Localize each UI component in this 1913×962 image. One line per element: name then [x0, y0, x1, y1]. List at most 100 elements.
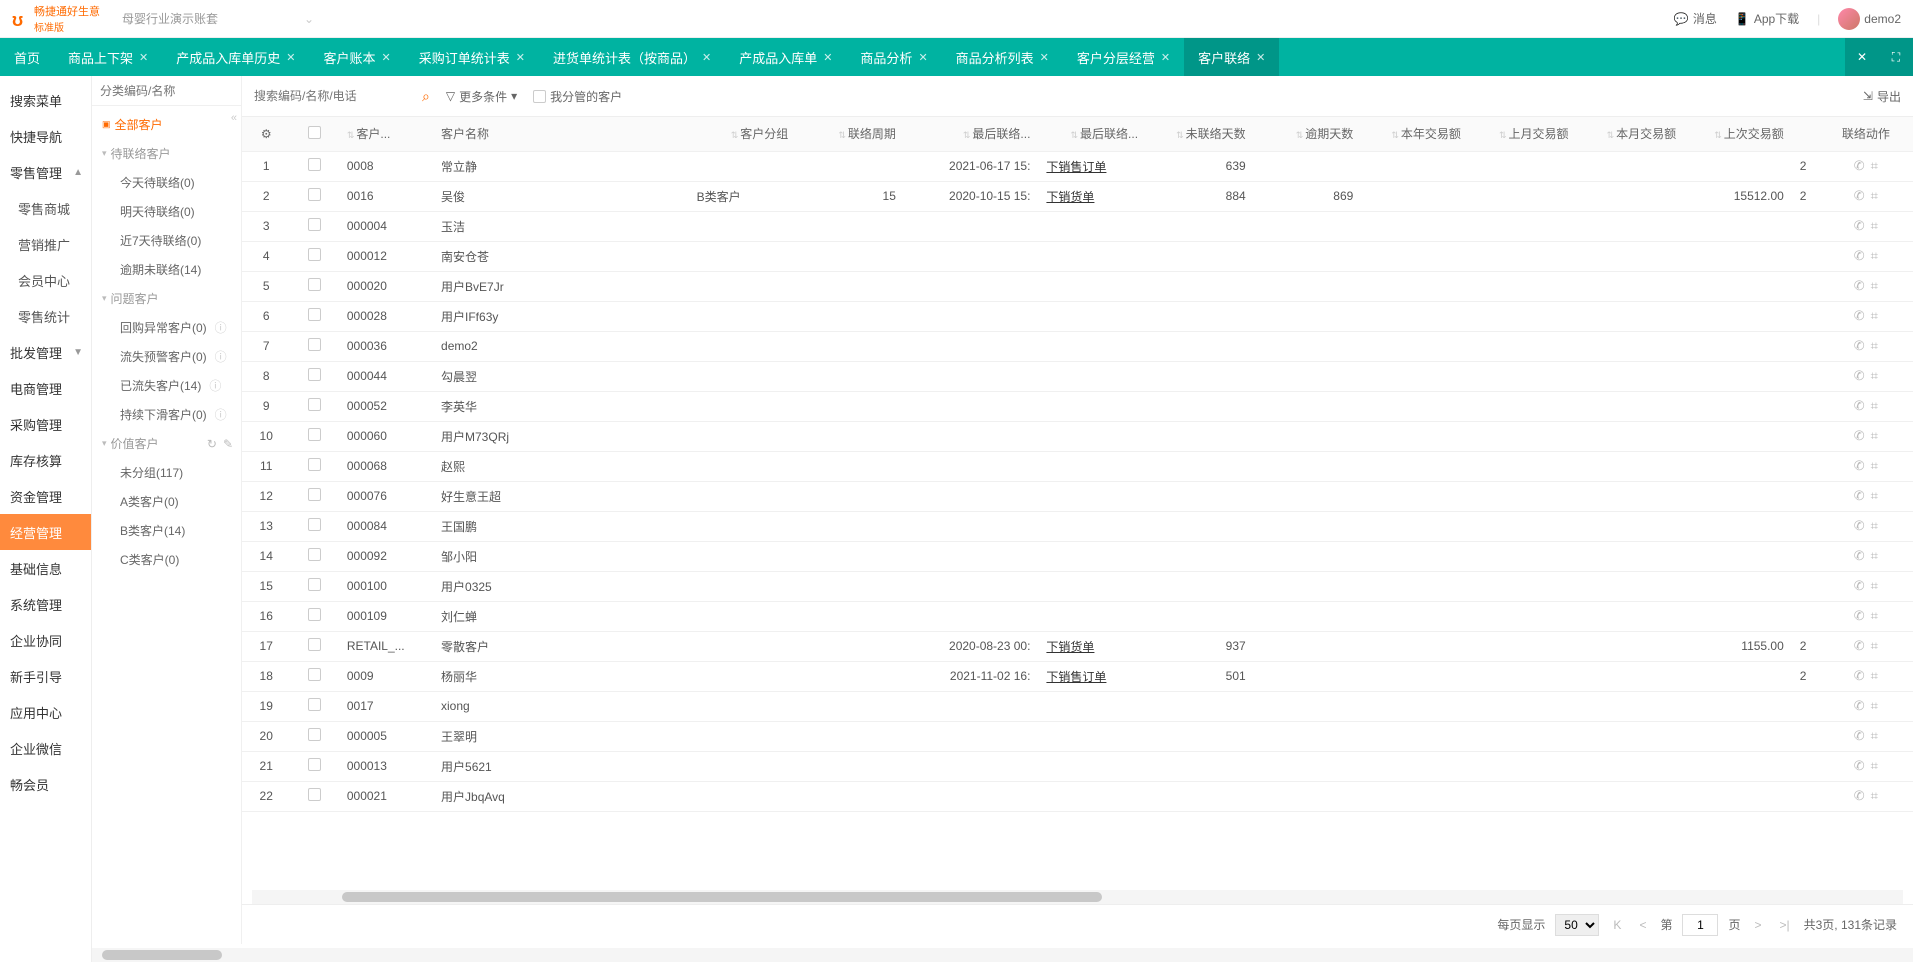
tab-产成品入库单历史[interactable]: 产成品入库单历史✕ [162, 38, 309, 76]
row-checkbox[interactable] [290, 751, 338, 781]
refresh-icon[interactable]: ↻ [207, 437, 217, 451]
phone-icon[interactable]: ✆ [1854, 488, 1865, 503]
nav-item[interactable]: 采购管理 [0, 406, 91, 442]
more-icon[interactable]: ⌗ [1871, 758, 1878, 773]
table-row[interactable]: 3000004玉洁✆⌗ [242, 211, 1913, 241]
more-icon[interactable]: ⌗ [1871, 518, 1878, 533]
table-row[interactable]: 8000044勾晨翌✆⌗ [242, 361, 1913, 391]
nav-item[interactable]: 零售商城 [0, 190, 91, 226]
select-all-checkbox[interactable] [290, 117, 338, 151]
nav-item[interactable]: 基础信息 [0, 550, 91, 586]
row-checkbox[interactable] [290, 421, 338, 451]
nav-item[interactable]: 会员中心 [0, 262, 91, 298]
more-icon[interactable]: ⌗ [1871, 458, 1878, 473]
tree-leaf[interactable]: 未分组(117) [92, 458, 241, 487]
row-checkbox[interactable] [290, 511, 338, 541]
phone-icon[interactable]: ✆ [1854, 428, 1865, 443]
settings-column-header[interactable]: ⚙ [242, 117, 290, 151]
nav-item[interactable]: 企业微信 [0, 730, 91, 766]
more-icon[interactable]: ⌗ [1871, 158, 1878, 173]
phone-icon[interactable]: ✆ [1854, 548, 1865, 563]
phone-icon[interactable]: ✆ [1854, 668, 1865, 683]
row-checkbox[interactable] [290, 331, 338, 361]
row-checkbox[interactable] [290, 661, 338, 691]
search-icon[interactable]: ⌕ [422, 88, 430, 105]
table-horizontal-scrollbar[interactable] [252, 890, 1903, 904]
more-icon[interactable]: ⌗ [1871, 218, 1878, 233]
tree-leaf[interactable]: C类客户(0) [92, 545, 241, 574]
nav-item[interactable]: 资金管理 [0, 478, 91, 514]
row-checkbox[interactable] [290, 781, 338, 811]
page-input[interactable] [1682, 914, 1718, 936]
more-icon[interactable]: ⌗ [1871, 788, 1878, 803]
info-icon[interactable]: ⓘ [209, 377, 221, 394]
nav-item[interactable]: 新手引导 [0, 658, 91, 694]
col-customer-code[interactable]: ⇅客户... [339, 117, 433, 151]
export-button[interactable]: ⇲ 导出 [1863, 88, 1901, 105]
tab-首页[interactable]: 首页 [0, 38, 54, 76]
tree-leaf[interactable]: 今天待联络(0) [92, 168, 241, 197]
table-row[interactable]: 15000100用户0325✆⌗ [242, 571, 1913, 601]
close-icon[interactable]: ✕ [823, 51, 832, 64]
table-row[interactable]: 6000028用户IFf63y✆⌗ [242, 301, 1913, 331]
more-icon[interactable]: ⌗ [1871, 188, 1878, 203]
more-icon[interactable]: ⌗ [1871, 248, 1878, 263]
col-year-amount[interactable]: ⇅本年交易额 [1361, 117, 1469, 151]
nav-item[interactable]: 搜索菜单 [0, 82, 91, 118]
tree-group[interactable]: ▾待联络客户 [92, 139, 241, 168]
last-action-link[interactable]: 下销货单 [1046, 640, 1094, 654]
my-customers-checkbox[interactable]: 我分管的客户 [533, 88, 622, 105]
close-icon[interactable]: ✕ [1256, 51, 1265, 64]
first-page-button[interactable]: K [1609, 918, 1625, 932]
nav-item[interactable]: 零售统计 [0, 298, 91, 334]
more-icon[interactable]: ⌗ [1871, 608, 1878, 623]
tree-leaf[interactable]: B类客户(14) [92, 516, 241, 545]
tree-leaf[interactable]: 回购异常客户(0)ⓘ [92, 313, 241, 342]
phone-icon[interactable]: ✆ [1854, 578, 1865, 593]
row-checkbox[interactable] [290, 691, 338, 721]
close-icon[interactable]: ✕ [1040, 51, 1049, 64]
table-row[interactable]: 17RETAIL_...零散客户2020-08-23 00:下销货单937115… [242, 631, 1913, 661]
table-row[interactable]: 21000013用户5621✆⌗ [242, 751, 1913, 781]
more-icon[interactable]: ⌗ [1871, 308, 1878, 323]
nav-item[interactable]: 批发管理▼ [0, 334, 91, 370]
col-last-contact[interactable]: ⇅最后联络... [904, 117, 1039, 151]
table-row[interactable]: 12000076好生意王超✆⌗ [242, 481, 1913, 511]
col-customer-name[interactable]: 客户名称 [433, 117, 689, 151]
tab-商品分析[interactable]: 商品分析✕ [846, 38, 941, 76]
tab-商品分析列表[interactable]: 商品分析列表✕ [942, 38, 1063, 76]
table-row[interactable]: 9000052李英华✆⌗ [242, 391, 1913, 421]
row-checkbox[interactable] [290, 361, 338, 391]
more-icon[interactable]: ⌗ [1871, 698, 1878, 713]
phone-icon[interactable]: ✆ [1854, 248, 1865, 263]
phone-icon[interactable]: ✆ [1854, 188, 1865, 203]
close-icon[interactable]: ✕ [286, 51, 295, 64]
row-checkbox[interactable] [290, 451, 338, 481]
row-checkbox[interactable] [290, 241, 338, 271]
table-row[interactable]: 22000021用户JbqAvq✆⌗ [242, 781, 1913, 811]
close-icon[interactable]: ✕ [702, 51, 711, 64]
col-days-no-contact[interactable]: ⇅未联络天数 [1146, 117, 1254, 151]
tab-客户账本[interactable]: 客户账本✕ [309, 38, 404, 76]
phone-icon[interactable]: ✆ [1854, 608, 1865, 623]
col-last-month[interactable]: ⇅上月交易额 [1469, 117, 1577, 151]
tree-leaf[interactable]: 明天待联络(0) [92, 197, 241, 226]
row-checkbox[interactable] [290, 181, 338, 211]
close-icon[interactable]: ✕ [516, 51, 525, 64]
edit-icon[interactable]: ✎ [223, 437, 233, 451]
nav-item[interactable]: 库存核算 [0, 442, 91, 478]
row-checkbox[interactable] [290, 151, 338, 181]
next-page-button[interactable]: > [1750, 918, 1765, 932]
row-checkbox[interactable] [290, 631, 338, 661]
close-icon[interactable]: ✕ [1161, 51, 1170, 64]
col-this-month[interactable]: ⇅本月交易额 [1577, 117, 1685, 151]
phone-icon[interactable]: ✆ [1854, 518, 1865, 533]
phone-icon[interactable]: ✆ [1854, 158, 1865, 173]
nav-item[interactable]: 企业协同 [0, 622, 91, 658]
close-all-tabs-button[interactable]: ✕ [1845, 38, 1879, 76]
row-checkbox[interactable] [290, 481, 338, 511]
tab-商品上下架[interactable]: 商品上下架✕ [54, 38, 162, 76]
row-checkbox[interactable] [290, 391, 338, 421]
phone-icon[interactable]: ✆ [1854, 698, 1865, 713]
table-row[interactable]: 10000060用户M73QRj✆⌗ [242, 421, 1913, 451]
